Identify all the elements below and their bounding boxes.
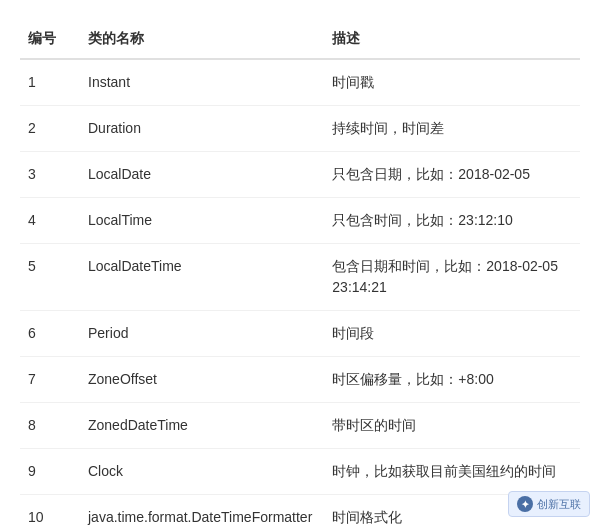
cell-desc: 只包含时间，比如：23:12:10 xyxy=(324,198,580,244)
table-row: 8ZonedDateTime带时区的时间 xyxy=(20,403,580,449)
cell-num: 5 xyxy=(20,244,80,311)
cell-num: 1 xyxy=(20,59,80,106)
cell-num: 6 xyxy=(20,311,80,357)
cell-desc: 时间段 xyxy=(324,311,580,357)
cell-num: 4 xyxy=(20,198,80,244)
header-class: 类的名称 xyxy=(80,20,324,59)
cell-num: 9 xyxy=(20,449,80,495)
cell-num: 2 xyxy=(20,106,80,152)
cell-num: 10 xyxy=(20,495,80,528)
watermark: ✦ 创新互联 xyxy=(508,491,590,517)
header-desc: 描述 xyxy=(324,20,580,59)
cell-class: Instant xyxy=(80,59,324,106)
table-row: 4LocalTime只包含时间，比如：23:12:10 xyxy=(20,198,580,244)
watermark-icon: ✦ xyxy=(517,496,533,512)
cell-class: java.time.format.DateTimeFormatter xyxy=(80,495,324,528)
table-container: 编号 类的名称 描述 1Instant时间戳2Duration持续时间，时间差3… xyxy=(0,0,600,527)
cell-class: Clock xyxy=(80,449,324,495)
data-table: 编号 类的名称 描述 1Instant时间戳2Duration持续时间，时间差3… xyxy=(20,20,580,527)
cell-desc: 时间戳 xyxy=(324,59,580,106)
table-row: 7ZoneOffset时区偏移量，比如：+8:00 xyxy=(20,357,580,403)
table-row: 2Duration持续时间，时间差 xyxy=(20,106,580,152)
watermark-text: 创新互联 xyxy=(537,497,581,512)
cell-desc: 时钟，比如获取目前美国纽约的时间 xyxy=(324,449,580,495)
cell-class: Period xyxy=(80,311,324,357)
cell-desc: 带时区的时间 xyxy=(324,403,580,449)
header-num: 编号 xyxy=(20,20,80,59)
table-row: 6Period时间段 xyxy=(20,311,580,357)
cell-class: LocalDateTime xyxy=(80,244,324,311)
table-row: 9Clock时钟，比如获取目前美国纽约的时间 xyxy=(20,449,580,495)
cell-class: ZoneOffset xyxy=(80,357,324,403)
cell-num: 3 xyxy=(20,152,80,198)
cell-class: LocalDate xyxy=(80,152,324,198)
cell-num: 8 xyxy=(20,403,80,449)
cell-class: ZonedDateTime xyxy=(80,403,324,449)
cell-desc: 持续时间，时间差 xyxy=(324,106,580,152)
cell-num: 7 xyxy=(20,357,80,403)
table-header-row: 编号 类的名称 描述 xyxy=(20,20,580,59)
table-row: 3LocalDate只包含日期，比如：2018-02-05 xyxy=(20,152,580,198)
table-row: 1Instant时间戳 xyxy=(20,59,580,106)
cell-desc: 包含日期和时间，比如：2018-02-05 23:14:21 xyxy=(324,244,580,311)
table-row: 10java.time.format.DateTimeFormatter时间格式… xyxy=(20,495,580,528)
cell-desc: 只包含日期，比如：2018-02-05 xyxy=(324,152,580,198)
cell-desc: 时区偏移量，比如：+8:00 xyxy=(324,357,580,403)
cell-class: Duration xyxy=(80,106,324,152)
cell-class: LocalTime xyxy=(80,198,324,244)
table-row: 5LocalDateTime包含日期和时间，比如：2018-02-05 23:1… xyxy=(20,244,580,311)
